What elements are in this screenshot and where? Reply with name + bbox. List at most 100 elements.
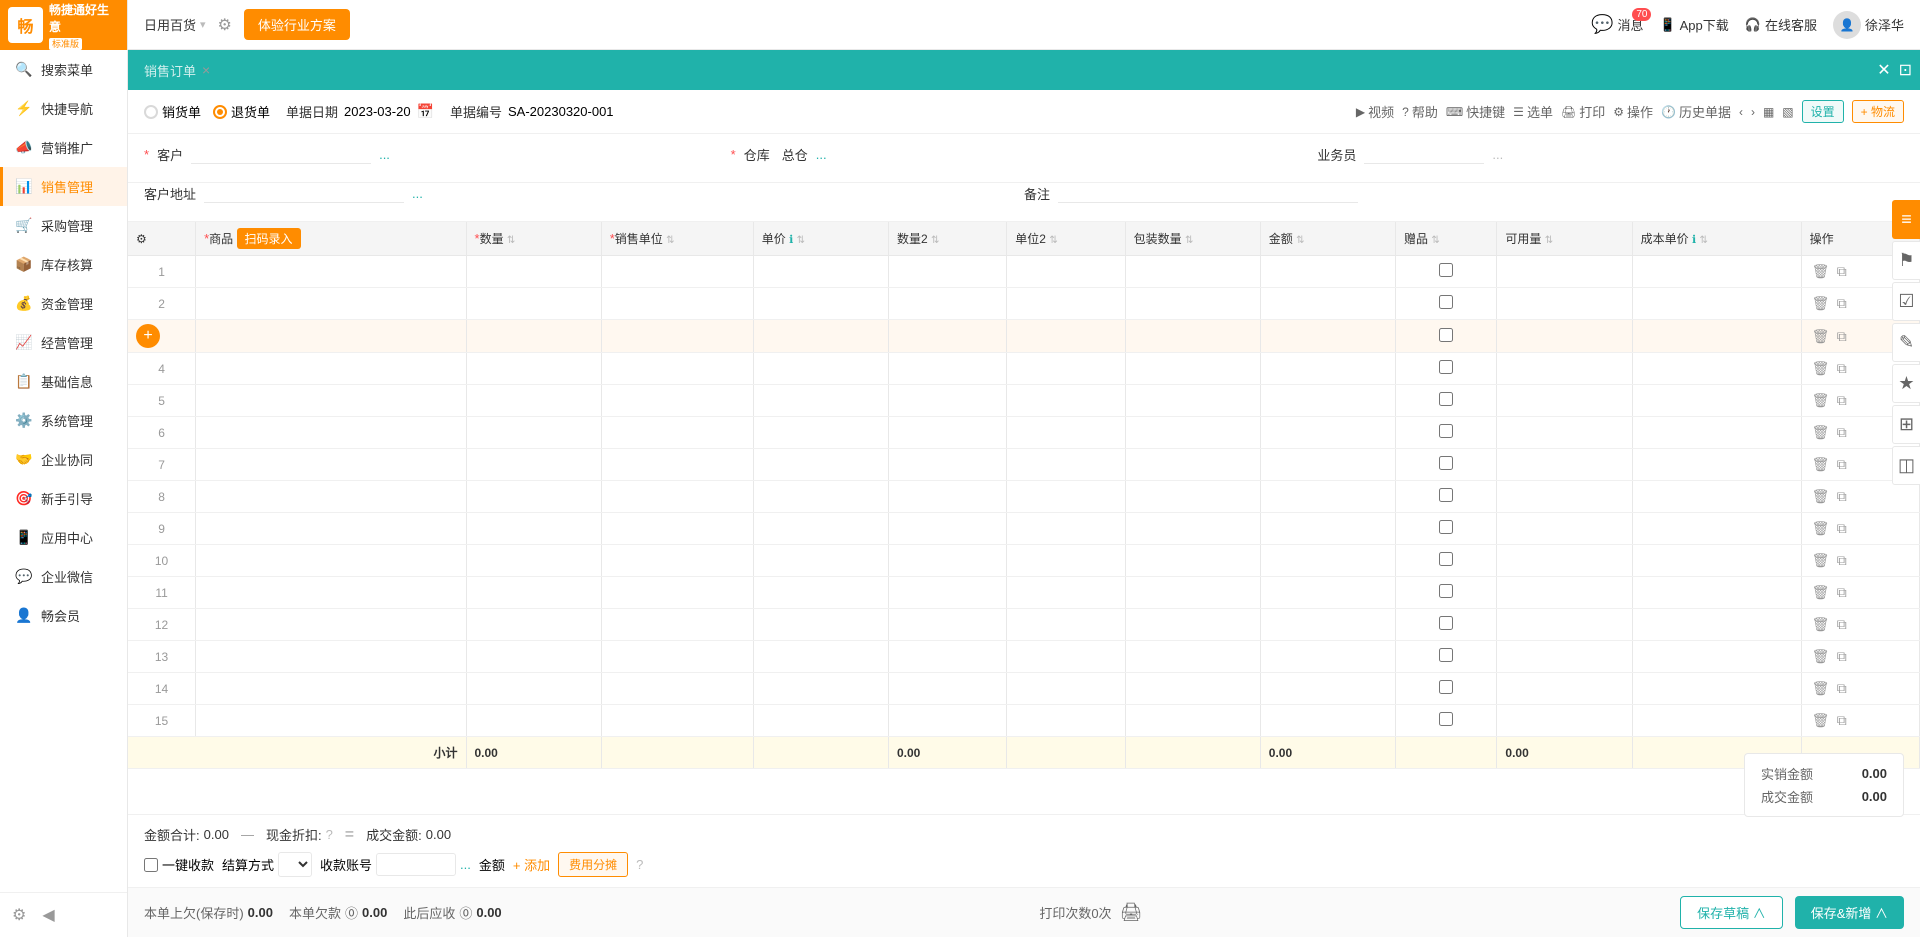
settings-icon[interactable]: ⚙ — [8, 901, 30, 929]
qty-cell[interactable] — [466, 320, 601, 353]
available-cell[interactable] — [1497, 673, 1632, 705]
pkg-qty-cell[interactable] — [1125, 385, 1260, 417]
qty2-cell[interactable] — [889, 353, 1007, 385]
unit-cell[interactable] — [601, 705, 753, 737]
gift-cell[interactable] — [1396, 545, 1497, 577]
cost-price-cell[interactable] — [1632, 385, 1801, 417]
amount-cell[interactable] — [1260, 417, 1395, 449]
amount-cell[interactable] — [1260, 577, 1395, 609]
goods-cell[interactable] — [196, 288, 466, 320]
delete-row-btn[interactable]: 🗑 — [1810, 390, 1832, 411]
calendar-icon[interactable]: 📅 — [417, 103, 434, 120]
delete-row-btn[interactable]: 🗑 — [1810, 678, 1832, 699]
qty-cell[interactable] — [466, 673, 601, 705]
pkg-qty-cell[interactable] — [1125, 449, 1260, 481]
price-cell[interactable] — [753, 449, 888, 481]
save-draft-btn[interactable]: 保存草稿 ∧ — [1680, 896, 1783, 929]
qty2-cell[interactable] — [889, 577, 1007, 609]
account-input[interactable] — [376, 853, 456, 876]
copy-row-btn[interactable]: ⧉ — [1835, 614, 1849, 635]
delete-row-btn[interactable]: 🗑 — [1810, 358, 1832, 379]
available-cell[interactable] — [1497, 481, 1632, 513]
sidebar-item-wechat[interactable]: 💬企业微信 — [0, 557, 127, 596]
tab-close-icon[interactable]: × — [202, 63, 210, 77]
qty2-cell[interactable] — [889, 673, 1007, 705]
gift-checkbox[interactable] — [1439, 648, 1453, 662]
goods-cell[interactable] — [196, 353, 466, 385]
qty-cell[interactable] — [466, 705, 601, 737]
right-float-btn-3[interactable]: ✎ — [1892, 323, 1920, 362]
amount-cell[interactable] — [1260, 641, 1395, 673]
goods-cell[interactable] — [196, 256, 466, 288]
gift-checkbox[interactable] — [1439, 328, 1453, 342]
gift-cell[interactable] — [1396, 481, 1497, 513]
unit-cell[interactable] — [601, 641, 753, 673]
unit2-cell[interactable] — [1007, 320, 1125, 353]
goods-cell[interactable] — [196, 385, 466, 417]
delete-row-btn[interactable]: 🗑 — [1810, 582, 1832, 603]
copy-row-btn[interactable]: ⧉ — [1835, 293, 1849, 314]
operate-btn[interactable]: ⚙ 操作 — [1613, 102, 1653, 121]
unit-cell[interactable] — [601, 545, 753, 577]
gift-cell[interactable] — [1396, 385, 1497, 417]
gift-checkbox[interactable] — [1439, 263, 1453, 277]
amount-cell[interactable] — [1260, 545, 1395, 577]
sidebar-item-purchase[interactable]: 🛒采购管理 — [0, 206, 127, 245]
available-cell[interactable] — [1497, 256, 1632, 288]
price-cell[interactable] — [753, 417, 888, 449]
grid1-btn[interactable]: ▦ — [1763, 105, 1774, 119]
qty-cell[interactable] — [466, 417, 601, 449]
cost-price-cell[interactable] — [1632, 609, 1801, 641]
sidebar-item-marketing[interactable]: 📣营销推广 — [0, 128, 127, 167]
qty2-cell[interactable] — [889, 513, 1007, 545]
goods-cell[interactable] — [196, 481, 466, 513]
gift-checkbox[interactable] — [1439, 616, 1453, 630]
available-cell[interactable] — [1497, 641, 1632, 673]
delete-row-btn[interactable]: 🗑 — [1810, 261, 1832, 282]
remark-input[interactable] — [1058, 183, 1358, 203]
right-float-btn-2[interactable]: ☑ — [1892, 282, 1920, 321]
warehouse-picker-icon[interactable]: ... — [816, 147, 827, 162]
copy-row-btn[interactable]: ⧉ — [1835, 550, 1849, 571]
qty-cell[interactable] — [466, 513, 601, 545]
cost-price-cell[interactable] — [1632, 513, 1801, 545]
available-cell[interactable] — [1497, 513, 1632, 545]
tab-销售订单[interactable]: 销售订单× — [128, 50, 252, 90]
unit2-cell[interactable] — [1007, 417, 1125, 449]
unit2-cell[interactable] — [1007, 288, 1125, 320]
unit-cell[interactable] — [601, 353, 753, 385]
gift-cell[interactable] — [1396, 288, 1497, 320]
amount-cell[interactable] — [1260, 256, 1395, 288]
goods-cell[interactable] — [196, 705, 466, 737]
user-menu[interactable]: 👤 徐泽华 — [1833, 11, 1904, 39]
available-cell[interactable] — [1497, 545, 1632, 577]
qty2-cell[interactable] — [889, 385, 1007, 417]
logistics-btn[interactable]: + 物流 — [1852, 100, 1904, 123]
price-cell[interactable] — [753, 705, 888, 737]
copy-row-btn[interactable]: ⧉ — [1835, 390, 1849, 411]
copy-row-btn[interactable]: ⧉ — [1835, 358, 1849, 379]
right-float-btn-0[interactable]: ≡ — [1892, 200, 1920, 239]
cost-price-cell[interactable] — [1632, 673, 1801, 705]
account-picker-icon[interactable]: ... — [460, 857, 471, 872]
amount-cell[interactable] — [1260, 288, 1395, 320]
delete-row-btn[interactable]: 🗑 — [1810, 710, 1832, 731]
unit-cell[interactable] — [601, 256, 753, 288]
gift-cell[interactable] — [1396, 641, 1497, 673]
gift-cell[interactable] — [1396, 353, 1497, 385]
unit-cell[interactable] — [601, 417, 753, 449]
pkg-qty-cell[interactable] — [1125, 705, 1260, 737]
goods-cell[interactable] — [196, 577, 466, 609]
unit-cell[interactable] — [601, 673, 753, 705]
qty-cell[interactable] — [466, 577, 601, 609]
cost-price-cell[interactable] — [1632, 705, 1801, 737]
copy-row-btn[interactable]: ⧉ — [1835, 582, 1849, 603]
qty-cell[interactable] — [466, 609, 601, 641]
qty-cell[interactable] — [466, 256, 601, 288]
gift-checkbox[interactable] — [1439, 552, 1453, 566]
staff-picker-icon[interactable]: ... — [1492, 147, 1503, 162]
delete-row-btn[interactable]: 🗑 — [1810, 614, 1832, 635]
unit-cell[interactable] — [601, 320, 753, 353]
unit2-cell[interactable] — [1007, 609, 1125, 641]
cost-price-cell[interactable] — [1632, 256, 1801, 288]
